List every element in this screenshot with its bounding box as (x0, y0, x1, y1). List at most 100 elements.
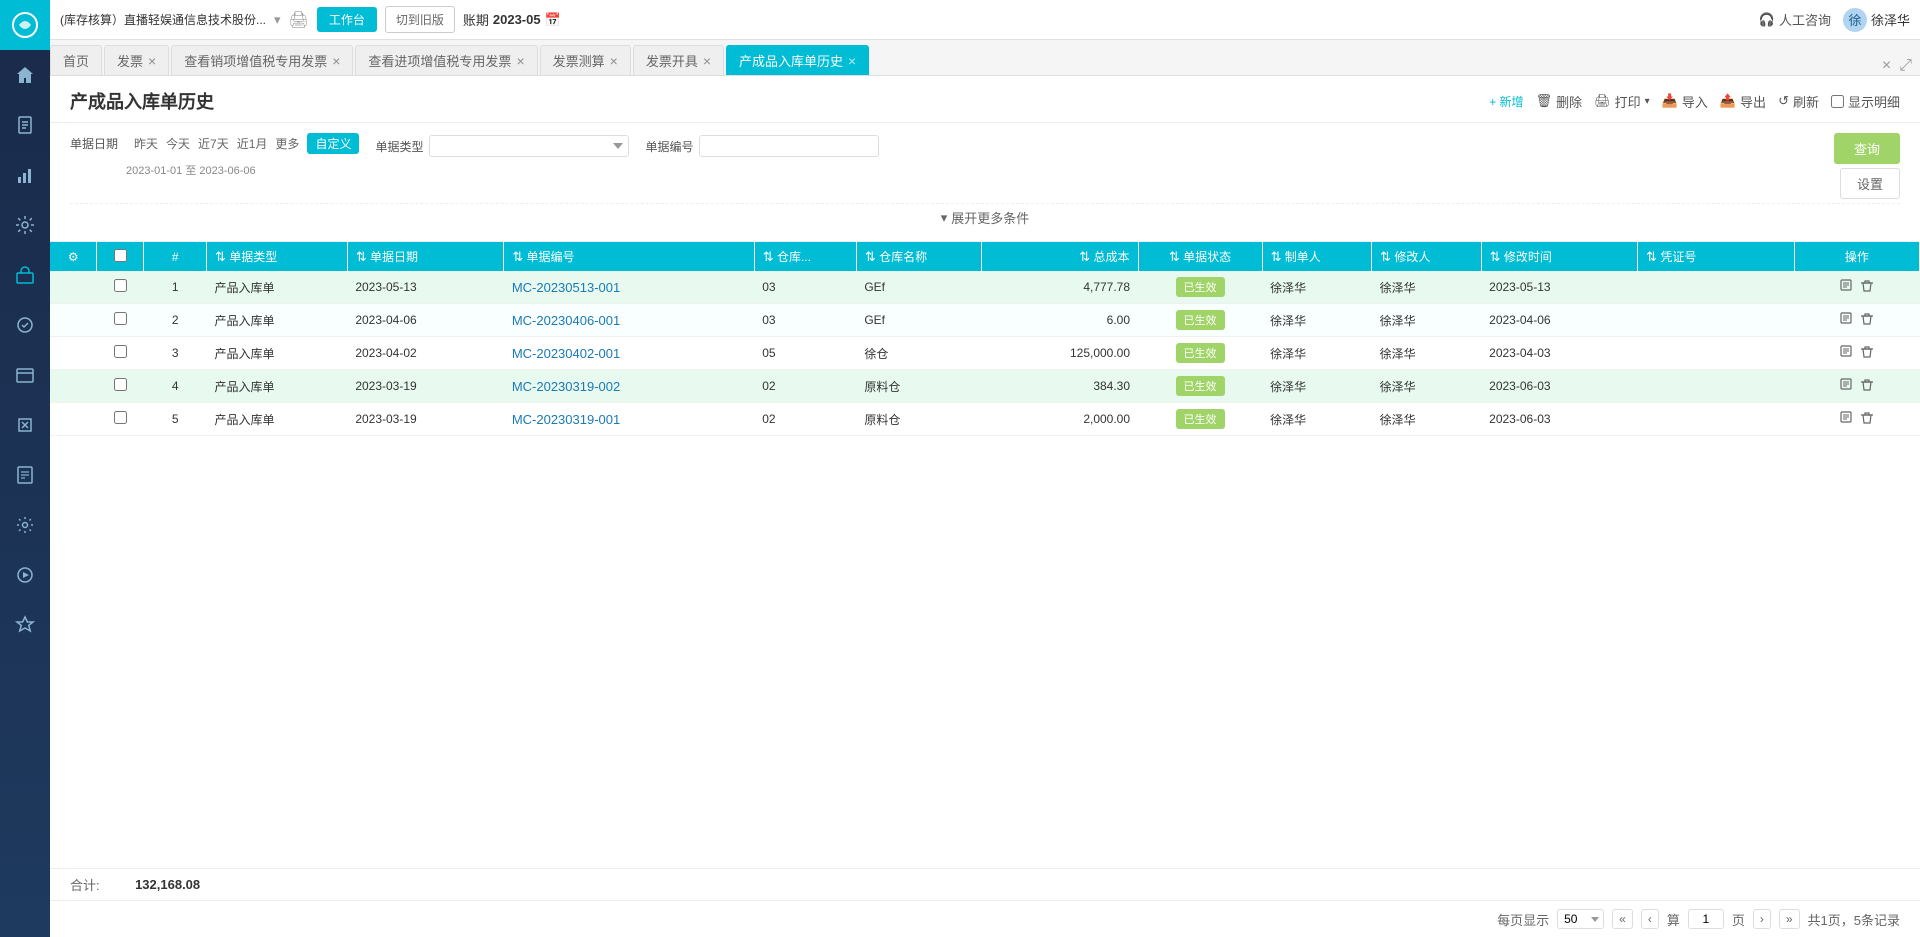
more-shortcut[interactable]: 更多 (275, 135, 299, 152)
week-shortcut[interactable]: 近7天 (198, 135, 229, 152)
row-status: 已生效 (1138, 403, 1262, 436)
col-header-checkbox[interactable] (97, 242, 144, 271)
query-button[interactable]: 查询 (1834, 133, 1900, 164)
custom-shortcut[interactable]: 自定义 (307, 133, 359, 154)
next-page-button[interactable]: › (1753, 909, 1771, 929)
print-button[interactable]: 🖨 打印 ▾ (1594, 92, 1650, 111)
row-delete-button[interactable] (1860, 279, 1874, 296)
sidebar-item-home[interactable] (0, 50, 50, 100)
first-page-button[interactable]: « (1612, 909, 1633, 929)
tab-expand-icon[interactable]: ⤢ (1899, 57, 1912, 75)
sort-icon: ⇅ (865, 249, 876, 264)
row-modify-time: 2023-05-13 (1481, 271, 1638, 304)
row-checkbox[interactable] (114, 345, 127, 358)
row-number-link[interactable]: MC-20230513-001 (512, 280, 620, 295)
col-header-type[interactable]: ⇅ 单据类型 (206, 242, 347, 271)
row-edit-button[interactable] (1840, 279, 1854, 296)
workbench-button[interactable]: 工作台 (317, 7, 377, 32)
tab-close-all-icon[interactable]: × (1882, 57, 1891, 75)
tab-calc-invoice[interactable]: 发票测算 × (540, 45, 631, 75)
row-checkbox[interactable] (114, 411, 127, 424)
col-header-modifier[interactable]: ⇅ 修改人 (1372, 242, 1482, 271)
row-edit-button[interactable] (1840, 312, 1854, 329)
service-button[interactable]: 🎧 人工咨询 (1759, 10, 1831, 29)
tab-home[interactable]: 首页 (50, 45, 102, 75)
row-number: MC-20230406-001 (504, 304, 754, 337)
row-edit-button[interactable] (1840, 378, 1854, 395)
row-delete-button[interactable] (1860, 345, 1874, 362)
row-delete-button[interactable] (1860, 411, 1874, 428)
delete-button[interactable]: 🗑 删除 (1536, 92, 1583, 111)
tab-invoice-close[interactable]: × (148, 54, 156, 68)
new-button[interactable]: + 新增 (1489, 93, 1523, 110)
import-button[interactable]: 📥 导入 (1662, 92, 1708, 111)
tab-open-invoice-close[interactable]: × (703, 54, 711, 68)
sidebar-item-inventory[interactable] (0, 250, 50, 300)
table-row: 2 产品入库单 2023-04-06 MC-20230406-001 03 GE… (50, 304, 1920, 337)
row-checkbox[interactable] (114, 279, 127, 292)
tab-check-sales[interactable]: 查看销项增值税专用发票 × (171, 45, 353, 75)
row-number-link[interactable]: MC-20230406-001 (512, 313, 620, 328)
sidebar-item-tax[interactable] (0, 400, 50, 450)
sidebar-item-star[interactable] (0, 600, 50, 650)
col-header-creator[interactable]: ⇅ 制单人 (1262, 242, 1372, 271)
col-header-modify-time[interactable]: ⇅ 修改时间 (1481, 242, 1638, 271)
user-menu[interactable]: 徐 徐泽华 (1843, 8, 1910, 32)
yesterday-shortcut[interactable]: 昨天 (134, 135, 158, 152)
sidebar-item-purchase[interactable] (0, 300, 50, 350)
row-delete-button[interactable] (1860, 378, 1874, 395)
col-header-status[interactable]: ⇅ 单据状态 (1138, 242, 1262, 271)
number-filter-input[interactable] (699, 135, 879, 157)
last-page-button[interactable]: » (1779, 909, 1800, 929)
sidebar-item-settings[interactable] (0, 200, 50, 250)
sidebar-item-report[interactable] (0, 450, 50, 500)
export-button[interactable]: 📤 导出 (1720, 92, 1766, 111)
col-header-settings[interactable]: ⚙ (50, 242, 97, 271)
switch-version-button[interactable]: 切到旧版 (385, 6, 455, 33)
tab-invoice[interactable]: 发票 × (104, 45, 169, 75)
row-checkbox[interactable] (114, 378, 127, 391)
tab-product-history-close[interactable]: × (848, 54, 856, 68)
row-number-link[interactable]: MC-20230402-001 (512, 346, 620, 361)
row-edit-button[interactable] (1840, 345, 1854, 362)
select-all-checkbox[interactable] (114, 249, 127, 262)
tab-product-history[interactable]: 产成品入库单历史 × (726, 45, 869, 75)
sidebar-item-finance[interactable] (0, 350, 50, 400)
col-header-number[interactable]: ⇅ 单据编号 (504, 242, 754, 271)
col-header-warehouse-no[interactable]: ⇅ 仓库... (754, 242, 856, 271)
sidebar-item-chart[interactable] (0, 150, 50, 200)
page-input[interactable] (1688, 909, 1724, 929)
row-type: 产品入库单 (206, 304, 347, 337)
expand-more-button[interactable]: ▾ 展开更多条件 (941, 208, 1030, 227)
prev-page-button[interactable]: ‹ (1641, 909, 1659, 929)
calendar-icon[interactable]: 📅 (545, 12, 561, 28)
tab-check-sales-close[interactable]: × (332, 54, 340, 68)
sidebar-item-play[interactable] (0, 550, 50, 600)
today-shortcut[interactable]: 今天 (166, 135, 190, 152)
row-number-link[interactable]: MC-20230319-002 (512, 379, 620, 394)
row-checkbox[interactable] (114, 312, 127, 325)
month-shortcut[interactable]: 近1月 (237, 135, 268, 152)
sidebar-item-doc[interactable] (0, 100, 50, 150)
display-details-switch[interactable]: 显示明细 (1831, 92, 1900, 111)
tab-check-purchase[interactable]: 查看进项增值税专用发票 × (355, 45, 537, 75)
col-header-total[interactable]: ⇅ 总成本 (982, 242, 1139, 271)
sidebar-item-gear[interactable] (0, 500, 50, 550)
type-filter-select[interactable]: 产品入库单 (429, 135, 629, 157)
refresh-button[interactable]: ↺ 刷新 (1778, 92, 1819, 111)
display-details-checkbox[interactable] (1831, 95, 1844, 108)
tab-check-purchase-close[interactable]: × (516, 54, 524, 68)
row-edit-button[interactable] (1840, 411, 1854, 428)
date-shortcuts: 昨天 今天 近7天 近1月 更多 自定义 (134, 133, 359, 154)
col-header-voucher[interactable]: ⇅ 凭证号 (1638, 242, 1795, 271)
col-header-date[interactable]: ⇅ 单据日期 (347, 242, 504, 271)
company-dropdown-icon[interactable]: ▾ (274, 12, 281, 28)
row-delete-button[interactable] (1860, 312, 1874, 329)
row-number-link[interactable]: MC-20230319-001 (512, 412, 620, 427)
app-logo[interactable] (0, 0, 50, 50)
col-header-warehouse-name[interactable]: ⇅ 仓库名称 (856, 242, 981, 271)
setting-button[interactable]: 设置 (1840, 168, 1900, 199)
tab-calc-invoice-close[interactable]: × (610, 54, 618, 68)
tab-open-invoice[interactable]: 发票开具 × (633, 45, 724, 75)
page-size-select[interactable]: 50 20 100 (1557, 909, 1604, 929)
